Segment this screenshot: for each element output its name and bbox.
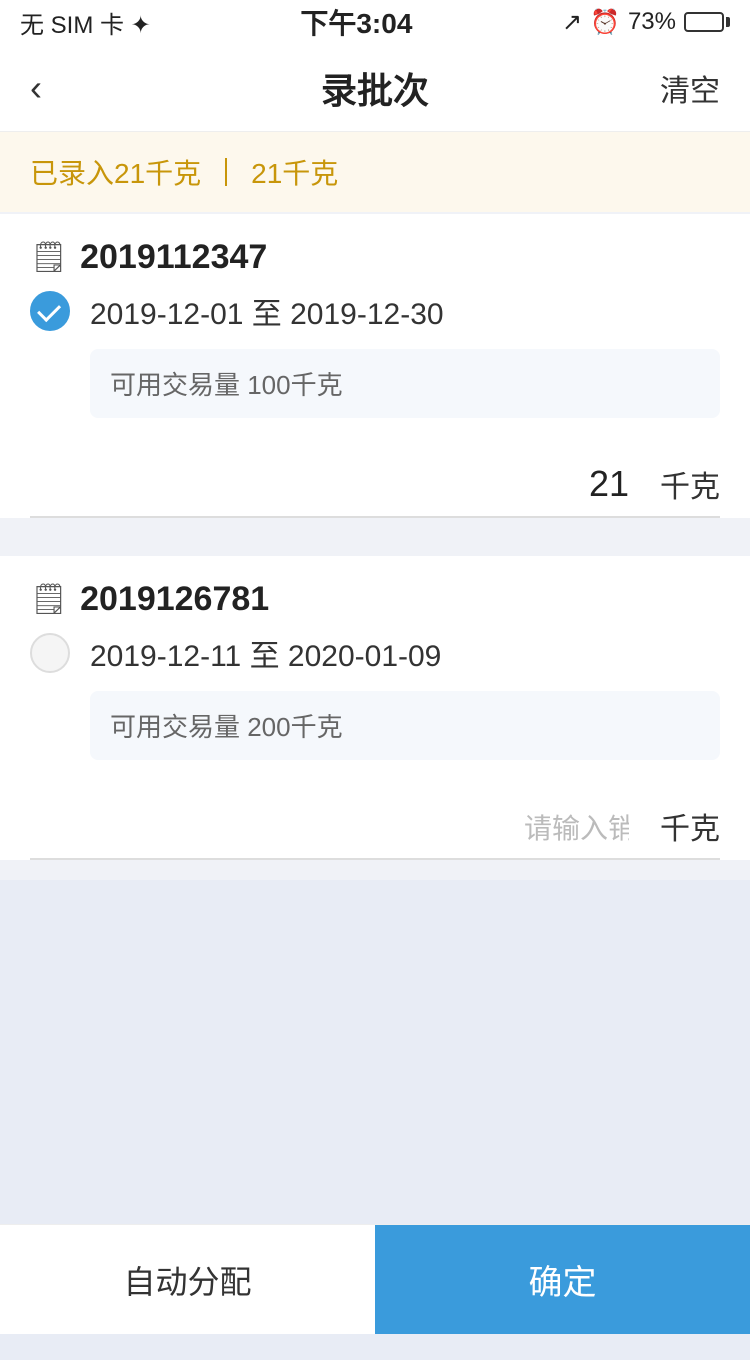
- available-qty-2: 可用交易量 200千克: [90, 691, 720, 760]
- batch-item-2: 🗒 2019126781 2019-12-11 至 2020-01-09 可用交…: [0, 556, 750, 784]
- back-button[interactable]: ‹: [30, 67, 110, 109]
- summary-label: 已录入21千克: [30, 152, 201, 192]
- qty-input-2[interactable]: [524, 805, 644, 847]
- status-time: 下午3:04: [300, 2, 412, 42]
- radio-2[interactable]: [30, 633, 70, 673]
- location-icon: ↗: [562, 8, 582, 37]
- qty-unit-2: 千克: [660, 804, 720, 848]
- batch-date-1: 2019-12-01 至 2019-12-30: [90, 289, 444, 333]
- batch-date-2: 2019-12-11 至 2020-01-09: [90, 631, 441, 675]
- qty-input-row-1: 千克: [0, 442, 750, 516]
- batch-date-row-1: 2019-12-01 至 2019-12-30: [30, 289, 720, 333]
- available-qty-1: 可用交易量 100千克: [90, 349, 720, 418]
- batch-card-2: 🗒 2019126781 2019-12-11 至 2020-01-09 可用交…: [0, 556, 750, 860]
- bottom-bar: 自动分配 确定: [0, 1224, 750, 1334]
- batch-card-1: 🗒 2019112347 2019-12-01 至 2019-12-30 可用交…: [0, 214, 750, 518]
- qty-divider-1: [30, 516, 720, 518]
- radio-1[interactable]: [30, 291, 70, 331]
- batch-date-row-2: 2019-12-11 至 2020-01-09: [30, 631, 720, 675]
- summary-bar: 已录入21千克 21千克: [0, 132, 750, 212]
- battery-icon: [684, 12, 730, 32]
- status-right: ↗ ⏰ 73%: [562, 8, 730, 37]
- summary-divider: [225, 158, 227, 186]
- section-divider: [0, 538, 750, 554]
- qty-unit-1: 千克: [660, 462, 720, 506]
- qty-input-row-2: 千克: [0, 784, 750, 858]
- qty-input-1[interactable]: [524, 463, 644, 505]
- qty-divider-2: [30, 858, 720, 860]
- alarm-icon: ⏰: [590, 8, 620, 37]
- clear-button[interactable]: 清空: [640, 66, 720, 110]
- battery-percent: 73%: [628, 8, 676, 36]
- batch-number-2: 2019126781: [80, 580, 269, 619]
- confirm-button[interactable]: 确定: [375, 1225, 750, 1334]
- page-title: 录批次: [321, 62, 429, 114]
- summary-value: 21千克: [251, 152, 338, 192]
- doc-icon-2: 🗒: [30, 582, 68, 617]
- batch-header-2: 🗒 2019126781: [30, 580, 720, 619]
- sim-label: 无 SIM 卡 ✦: [20, 5, 151, 40]
- status-left: 无 SIM 卡 ✦: [20, 5, 151, 40]
- nav-bar: ‹ 录批次 清空: [0, 44, 750, 132]
- auto-distribute-button[interactable]: 自动分配: [0, 1225, 375, 1334]
- doc-icon-1: 🗒: [30, 240, 68, 275]
- batch-header-1: 🗒 2019112347: [30, 238, 720, 277]
- batch-number-1: 2019112347: [80, 238, 267, 277]
- status-bar: 无 SIM 卡 ✦ 下午3:04 ↗ ⏰ 73%: [0, 0, 750, 44]
- batch-item-1: 🗒 2019112347 2019-12-01 至 2019-12-30 可用交…: [0, 214, 750, 442]
